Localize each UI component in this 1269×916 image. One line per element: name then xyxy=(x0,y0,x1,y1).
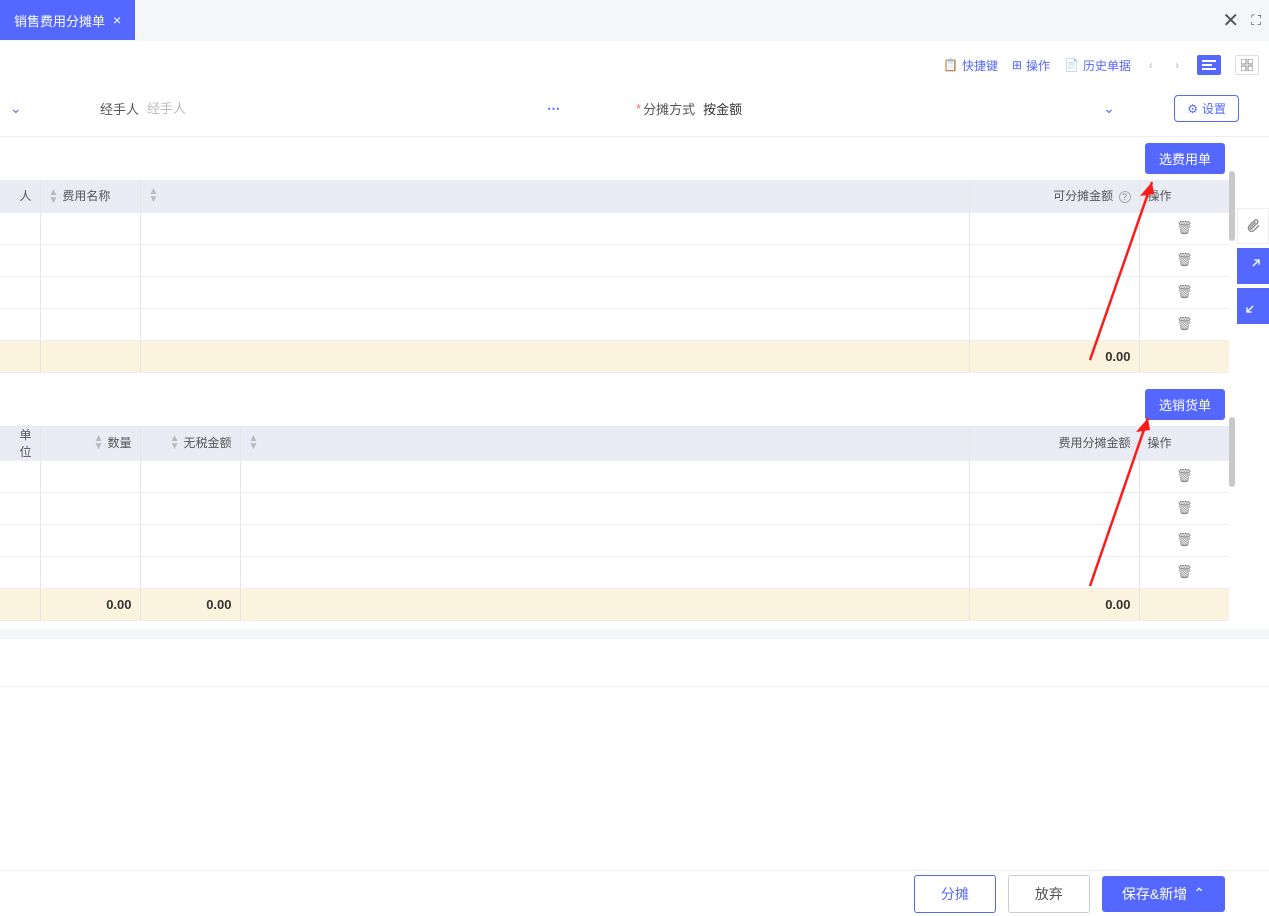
tab-active[interactable]: 销售费用分摊单 × xyxy=(0,0,135,40)
chevron-down-icon[interactable]: ⌄ xyxy=(1103,100,1115,117)
table-row[interactable]: 🗑 xyxy=(0,524,1229,556)
col-unit: 单位 xyxy=(0,426,40,461)
chevron-up-icon: ⌃ xyxy=(1193,885,1205,902)
tab-close-icon[interactable]: × xyxy=(113,12,121,28)
sales-table: 单位 数量 无税金额 费用分摊金额 操作 🗑 🗑 🗑 🗑 0.00 0.00 0… xyxy=(0,426,1229,621)
handler-label: 经手人 xyxy=(100,99,139,118)
col-person: 人 xyxy=(0,180,40,212)
col-alloc-amount[interactable]: 可分摊金额 ? xyxy=(969,180,1139,212)
scrollbar[interactable] xyxy=(1229,171,1235,241)
sum-notax: 0.00 xyxy=(140,588,240,620)
table-row[interactable]: 🗑 xyxy=(0,492,1229,524)
ops-link[interactable]: ⊞ 操作 xyxy=(1012,57,1050,74)
table-row[interactable]: 🗑 xyxy=(0,460,1229,492)
col-blank2[interactable] xyxy=(240,426,969,461)
sum-fee-alloc: 0.00 xyxy=(969,588,1139,620)
discard-button[interactable]: 放弃 xyxy=(1008,875,1090,913)
expense-section: 选费用单 人 费用名称 可分摊金额 ? 操作 🗑 🗑 🗑 🗑 0.00 xyxy=(0,137,1269,373)
sum-qty: 0.00 xyxy=(40,588,140,620)
shortcut-link[interactable]: 📋 快捷键 xyxy=(943,57,998,74)
attachment-icon[interactable] xyxy=(1237,208,1269,244)
col-fee-alloc[interactable]: 费用分摊金额 xyxy=(969,426,1139,461)
trash-icon[interactable]: 🗑 xyxy=(1176,468,1193,483)
expand-in-icon[interactable] xyxy=(1237,288,1269,324)
info-icon[interactable]: ? xyxy=(1119,191,1131,203)
chevron-down-icon[interactable]: ⌄ xyxy=(10,100,22,117)
trash-icon[interactable]: 🗑 xyxy=(1176,316,1193,331)
sales-section: 选销货单 单位 数量 无税金额 费用分摊金额 操作 🗑 🗑 🗑 🗑 0.00 xyxy=(0,383,1269,621)
history-link[interactable]: 📄 历史单据 xyxy=(1064,57,1131,74)
view-list-icon[interactable] xyxy=(1197,55,1221,75)
table-row[interactable]: 🗑 xyxy=(0,244,1229,276)
table-row[interactable]: 🗑 xyxy=(0,308,1229,340)
sum-alloc: 0.00 xyxy=(969,340,1139,372)
handler-input[interactable] xyxy=(147,101,547,116)
save-new-button[interactable]: 保存&新增 ⌃ xyxy=(1102,876,1225,912)
tab-title: 销售费用分摊单 xyxy=(14,11,105,30)
prev-doc-icon[interactable]: ‹ xyxy=(1145,58,1157,72)
next-doc-icon[interactable]: › xyxy=(1171,58,1183,72)
col-action: 操作 xyxy=(1139,180,1229,212)
trash-icon[interactable]: 🗑 xyxy=(1176,564,1193,579)
expand-out-icon[interactable] xyxy=(1237,248,1269,284)
select-expense-button[interactable]: 选费用单 xyxy=(1145,143,1225,174)
grid-icon: ⊞ xyxy=(1012,58,1022,72)
required-mark: * xyxy=(636,101,641,116)
divider xyxy=(0,629,1269,639)
toolbar: 📋 快捷键 ⊞ 操作 📄 历史单据 ‹ › xyxy=(10,49,1259,81)
trash-icon[interactable]: 🗑 xyxy=(1176,220,1193,235)
window-close-icon[interactable]: ✕ xyxy=(1222,8,1239,33)
trash-icon[interactable]: 🗑 xyxy=(1176,500,1193,515)
col-blank[interactable] xyxy=(140,180,969,212)
col-expense-name[interactable]: 费用名称 xyxy=(40,180,140,212)
tab-bar: 销售费用分摊单 × ✕ ⛶ xyxy=(0,0,1269,41)
clipboard-icon: 📋 xyxy=(943,58,958,72)
table-row[interactable]: 🗑 xyxy=(0,276,1229,308)
fullscreen-icon[interactable]: ⛶ xyxy=(1251,12,1261,29)
gear-icon: ⚙ xyxy=(1187,102,1198,116)
handler-field: 经手人 ⋯ xyxy=(100,99,590,118)
col-qty[interactable]: 数量 xyxy=(40,426,140,461)
footer-bar: 分摊 放弃 保存&新增 ⌃ xyxy=(0,870,1269,916)
more-icon[interactable]: ⋯ xyxy=(547,101,562,117)
sum-row: 0.00 0.00 0.00 xyxy=(0,588,1229,620)
col-notax[interactable]: 无税金额 xyxy=(140,426,240,461)
trash-icon[interactable]: 🗑 xyxy=(1176,284,1193,299)
trash-icon[interactable]: 🗑 xyxy=(1176,252,1193,267)
method-field: * 分摊方式 按金额 ⌄ xyxy=(636,99,1146,118)
doc-icon: 📄 xyxy=(1064,58,1079,72)
sum-row: 0.00 xyxy=(0,340,1229,372)
trash-icon[interactable]: 🗑 xyxy=(1176,532,1193,547)
view-grid-icon[interactable] xyxy=(1235,55,1259,75)
allocate-button[interactable]: 分摊 xyxy=(914,875,996,913)
expense-table: 人 费用名称 可分摊金额 ? 操作 🗑 🗑 🗑 🗑 0.00 xyxy=(0,180,1229,373)
select-sales-button[interactable]: 选销货单 xyxy=(1145,389,1225,420)
col-action2: 操作 xyxy=(1139,426,1229,461)
table-row[interactable]: 🗑 xyxy=(0,212,1229,244)
form-row: ⌄ 经手人 ⋯ * 分摊方式 按金额 ⌄ ⚙ 设置 xyxy=(0,81,1269,137)
table-row[interactable]: 🗑 xyxy=(0,556,1229,588)
method-value[interactable]: 按金额 xyxy=(703,99,1103,118)
scrollbar[interactable] xyxy=(1229,417,1235,487)
side-tools xyxy=(1237,208,1269,324)
blank-section xyxy=(0,647,1269,687)
method-label: 分摊方式 xyxy=(643,99,695,118)
settings-button[interactable]: ⚙ 设置 xyxy=(1174,95,1239,122)
